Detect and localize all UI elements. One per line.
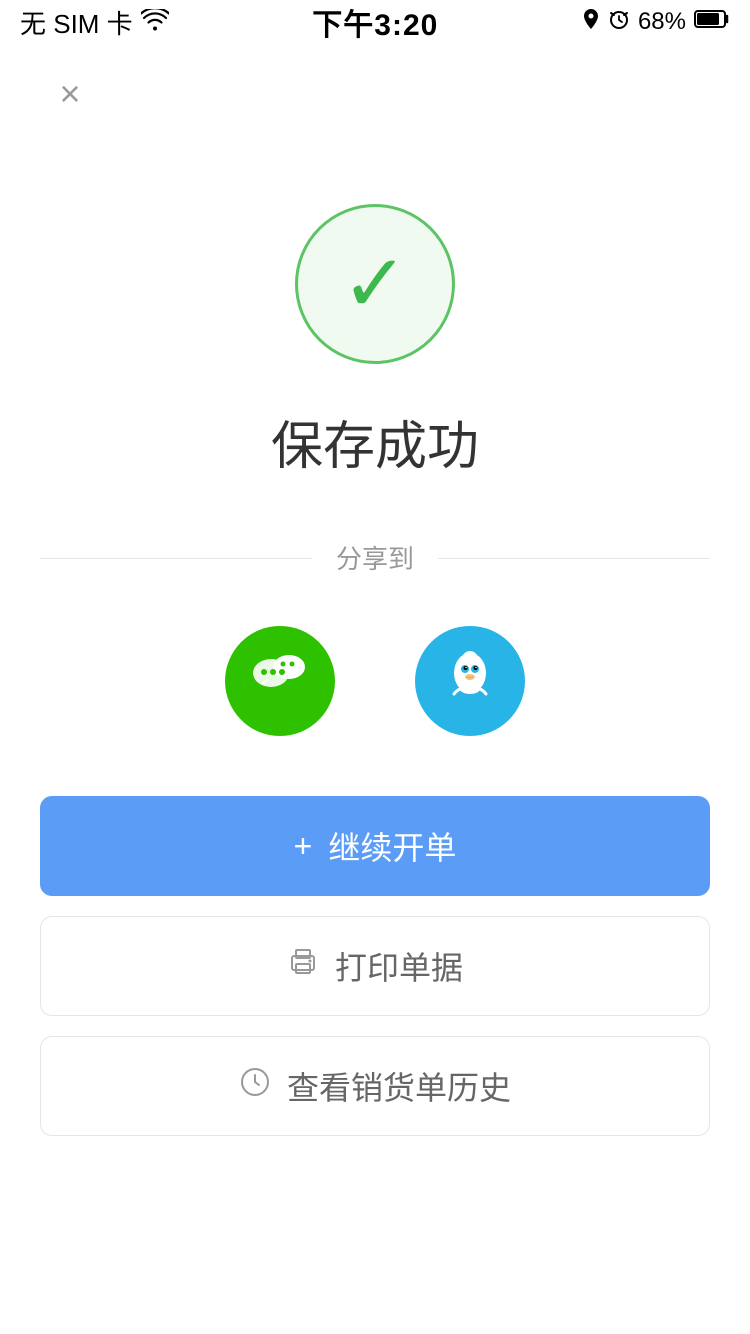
status-time: 下午3:20 [312, 0, 438, 44]
battery-percentage: 68% [638, 8, 686, 36]
status-bar: 无 SIM 卡 下午3:20 68% [0, 0, 750, 44]
qq-icon [440, 645, 500, 718]
history-icon [239, 1066, 271, 1106]
success-circle: ✓ [295, 204, 455, 364]
battery-icon [694, 8, 730, 36]
sim-label: 无 SIM 卡 [20, 4, 133, 41]
close-icon: × [59, 76, 80, 112]
qq-share-button[interactable] [415, 626, 525, 736]
history-button[interactable]: 查看销货单历史 [40, 1036, 710, 1136]
alarm-icon [608, 8, 630, 37]
share-section: 分享到 [40, 539, 710, 576]
continue-label: 继续开单 [328, 823, 456, 869]
checkmark-icon: ✓ [341, 244, 408, 324]
status-left: 无 SIM 卡 [20, 4, 169, 41]
wifi-icon [141, 7, 169, 38]
close-button[interactable]: × [40, 64, 100, 124]
plus-icon: + [294, 828, 313, 865]
share-icons [225, 626, 525, 736]
print-icon [287, 946, 319, 986]
status-right: 68% [582, 8, 730, 37]
wechat-share-button[interactable] [225, 626, 335, 736]
print-button[interactable]: 打印单据 [40, 916, 710, 1016]
history-label: 查看销货单历史 [287, 1063, 511, 1109]
main-content: ✓ 保存成功 分享到 [0, 104, 750, 1334]
location-icon [582, 8, 600, 37]
share-label: 分享到 [312, 539, 438, 576]
success-title: 保存成功 [271, 404, 479, 479]
continue-button[interactable]: + 继续开单 [40, 796, 710, 896]
print-label: 打印单据 [335, 943, 463, 989]
action-buttons: + 继续开单 打印单据 查看销货单历史 [40, 796, 710, 1136]
wechat-icon [249, 647, 311, 716]
